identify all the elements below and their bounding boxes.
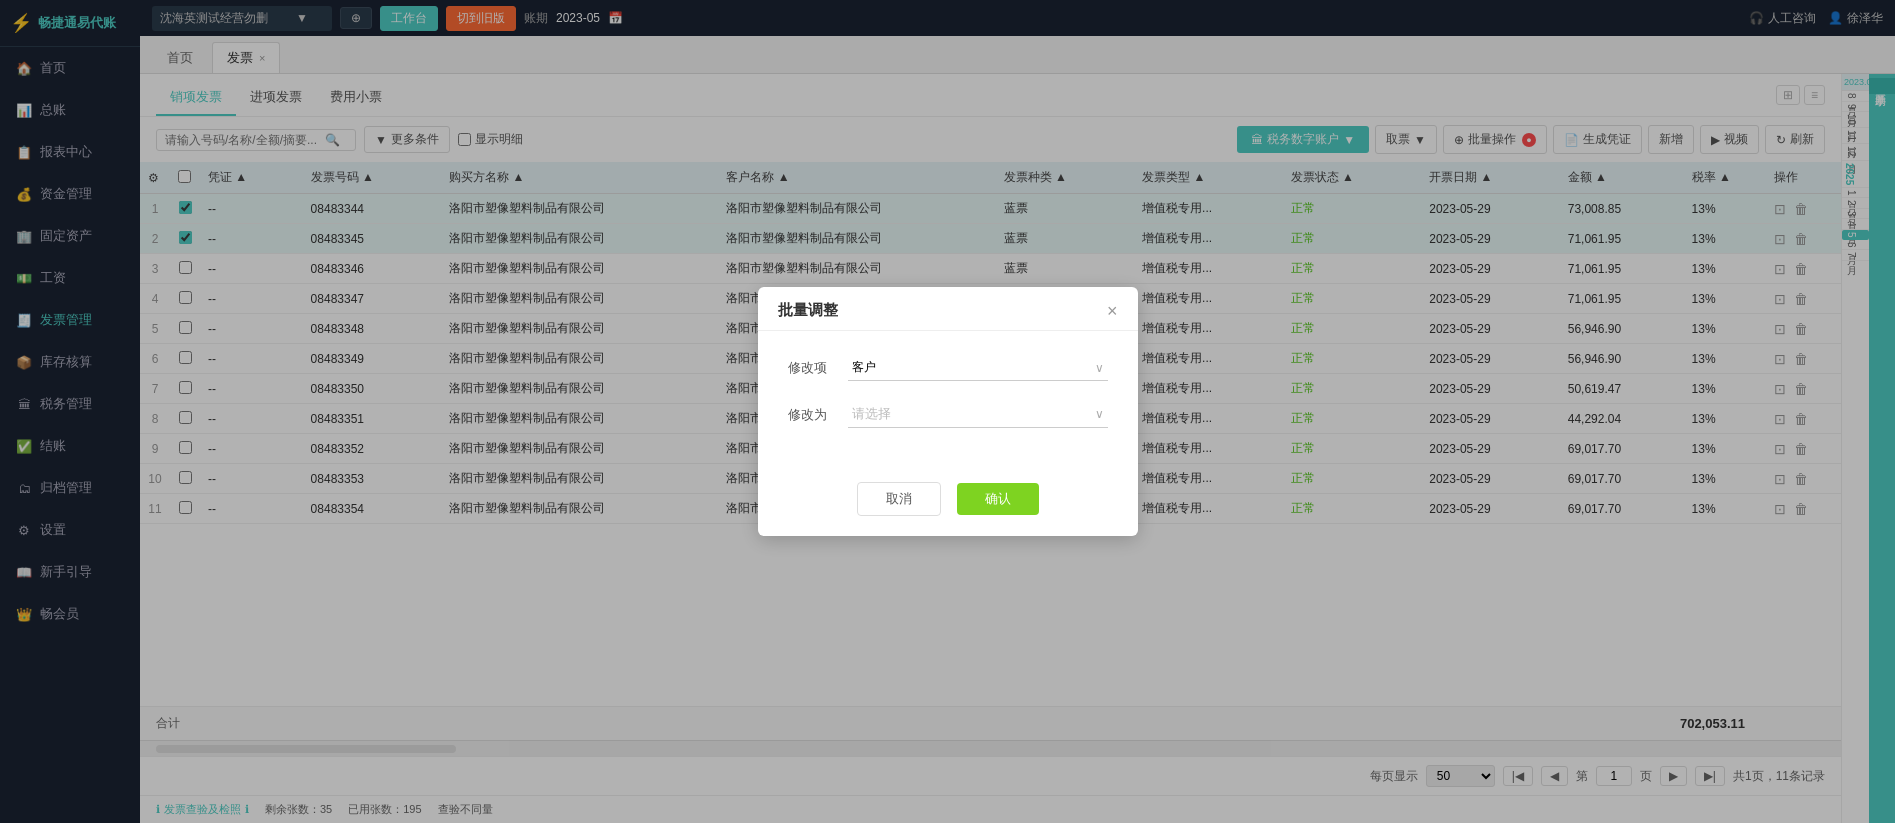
field-dropdown-icon: ∨ xyxy=(1095,361,1104,375)
value-placeholder: 请选择 xyxy=(852,405,891,423)
form-row-field: 修改项 客户 ∨ xyxy=(788,355,1108,381)
cancel-modal-btn[interactable]: 取消 xyxy=(857,482,941,516)
modal-body: 修改项 客户 ∨ 修改为 请选择 ∨ xyxy=(758,331,1138,472)
modal-header: 批量调整 × xyxy=(758,287,1138,331)
value-label: 修改为 xyxy=(788,406,848,424)
value-select[interactable]: 请选择 ∨ xyxy=(848,401,1108,428)
confirm-modal-btn[interactable]: 确认 xyxy=(957,483,1039,515)
modal-close-btn[interactable]: × xyxy=(1107,302,1118,320)
modal-footer: 取消 确认 xyxy=(758,472,1138,536)
batch-adjust-modal: 批量调整 × 修改项 客户 ∨ 修改为 请选择 ∨ 取消 确认 xyxy=(758,287,1138,536)
field-label: 修改项 xyxy=(788,359,848,377)
value-dropdown-icon: ∨ xyxy=(1095,407,1104,421)
field-value: 客户 xyxy=(852,359,876,376)
field-select[interactable]: 客户 ∨ xyxy=(848,355,1108,381)
form-row-value: 修改为 请选择 ∨ xyxy=(788,401,1108,428)
modal-title: 批量调整 xyxy=(778,301,838,320)
modal-overlay: 批量调整 × 修改项 客户 ∨ 修改为 请选择 ∨ 取消 确认 xyxy=(0,0,1895,823)
